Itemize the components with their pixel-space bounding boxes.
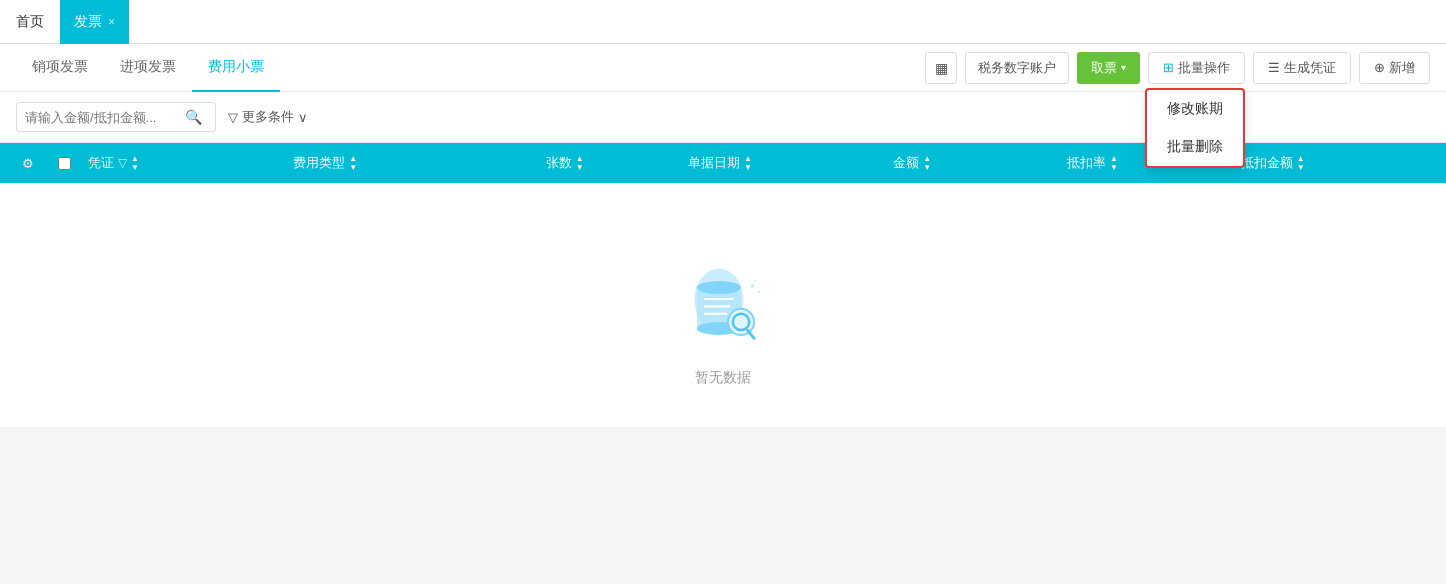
col-label-amount: 金额: [893, 154, 919, 172]
qr-code-button[interactable]: ▦: [925, 52, 957, 84]
col-header-amount: 金额 ▲▼: [885, 154, 1059, 172]
col-label-date: 单据日期: [688, 154, 740, 172]
expense-type-sort-icon[interactable]: ▲▼: [349, 155, 357, 172]
generate-voucher-button[interactable]: ☰ 生成凭证: [1253, 52, 1351, 84]
batch-delete-item[interactable]: 批量删除: [1147, 128, 1243, 166]
add-label: 新增: [1389, 59, 1415, 77]
deduction-amount-sort-icon[interactable]: ▲▼: [1297, 155, 1305, 172]
empty-state: 暂无数据: [0, 183, 1446, 427]
sub-nav-actions: ▦ 税务数字账户 取票 ▾ ⊞ 批量操作 修改账期 批量删除 ☰ 生成凭证: [925, 52, 1430, 84]
modify-period-item[interactable]: 修改账期: [1147, 90, 1243, 128]
col-label-voucher: 凭证: [88, 154, 114, 172]
qr-icon: ▦: [935, 60, 948, 76]
col-label-deduction-amount: 抵扣金额: [1241, 154, 1293, 172]
batch-icon: ⊞: [1163, 60, 1174, 75]
voucher-filter-icon[interactable]: ▽: [118, 156, 127, 170]
top-nav: 首页 发票 ×: [0, 0, 1446, 44]
svg-point-12: [755, 280, 757, 282]
batch-operation-button[interactable]: ⊞ 批量操作: [1148, 52, 1245, 84]
col-label-deduction-rate: 抵扣率: [1067, 154, 1106, 172]
col-label-expense-type: 费用类型: [293, 154, 345, 172]
batch-label: 批量操作: [1178, 59, 1230, 77]
tab-expense-ticket[interactable]: 费用小票: [192, 44, 280, 92]
count-sort-icon[interactable]: ▲▼: [576, 155, 584, 172]
chevron-down-icon: ▾: [1121, 62, 1126, 73]
col-header-count: 张数 ▲▼: [538, 154, 680, 172]
batch-operation-wrapper: ⊞ 批量操作 修改账期 批量删除: [1148, 52, 1245, 84]
search-icon[interactable]: 🔍: [185, 109, 202, 125]
tab-input-invoice[interactable]: 进项发票: [104, 44, 192, 92]
nav-tab-invoice[interactable]: 发票 ×: [60, 0, 129, 44]
nav-home[interactable]: 首页: [16, 13, 60, 31]
tab-sales-invoice[interactable]: 销项发票: [16, 44, 104, 92]
svg-point-11: [758, 290, 760, 292]
table-settings-icon[interactable]: ⚙: [8, 156, 48, 171]
sub-nav: 销项发票 进项发票 费用小票 ▦ 税务数字账户 取票 ▾ ⊞ 批量操作 修改账期: [0, 44, 1446, 92]
empty-state-text: 暂无数据: [695, 369, 751, 387]
nav-tab-label: 发票: [74, 13, 102, 31]
col-label-count: 张数: [546, 154, 572, 172]
filter-label: 更多条件: [242, 108, 294, 126]
generate-label: 生成凭证: [1284, 59, 1336, 77]
add-icon: ⊕: [1374, 60, 1385, 75]
svg-point-2: [697, 281, 741, 294]
get-ticket-button[interactable]: 取票 ▾: [1077, 52, 1140, 84]
batch-dropdown-menu: 修改账期 批量删除: [1145, 88, 1245, 168]
more-filter-button[interactable]: ▽ 更多条件 ∨: [228, 108, 308, 126]
deduction-rate-sort-icon[interactable]: ▲▼: [1110, 155, 1118, 172]
filter-chevron-icon: ∨: [298, 110, 308, 125]
select-all-input[interactable]: [58, 157, 71, 170]
date-sort-icon[interactable]: ▲▼: [744, 155, 752, 172]
search-input[interactable]: [25, 110, 185, 125]
col-header-expense-type: 费用类型 ▲▼: [285, 154, 538, 172]
generate-icon: ☰: [1268, 60, 1280, 75]
svg-point-10: [751, 284, 754, 287]
tax-digital-account-button[interactable]: 税务数字账户: [965, 52, 1069, 84]
tax-label: 税务数字账户: [978, 59, 1056, 77]
nav-tab-close-icon[interactable]: ×: [108, 15, 115, 29]
col-header-voucher: 凭证 ▽ ▲▼: [80, 154, 285, 172]
col-header-date: 单据日期 ▲▼: [680, 154, 885, 172]
empty-state-icon: [673, 263, 773, 353]
voucher-sort-icon[interactable]: ▲▼: [131, 155, 139, 172]
add-button[interactable]: ⊕ 新增: [1359, 52, 1430, 84]
search-input-wrap: 🔍: [16, 102, 216, 132]
table-select-all-checkbox[interactable]: [48, 157, 80, 170]
get-ticket-label: 取票: [1091, 59, 1117, 77]
amount-sort-icon[interactable]: ▲▼: [923, 155, 931, 172]
filter-icon: ▽: [228, 110, 238, 125]
col-header-deduction-amount: 抵扣金额 ▲▼: [1233, 154, 1438, 172]
